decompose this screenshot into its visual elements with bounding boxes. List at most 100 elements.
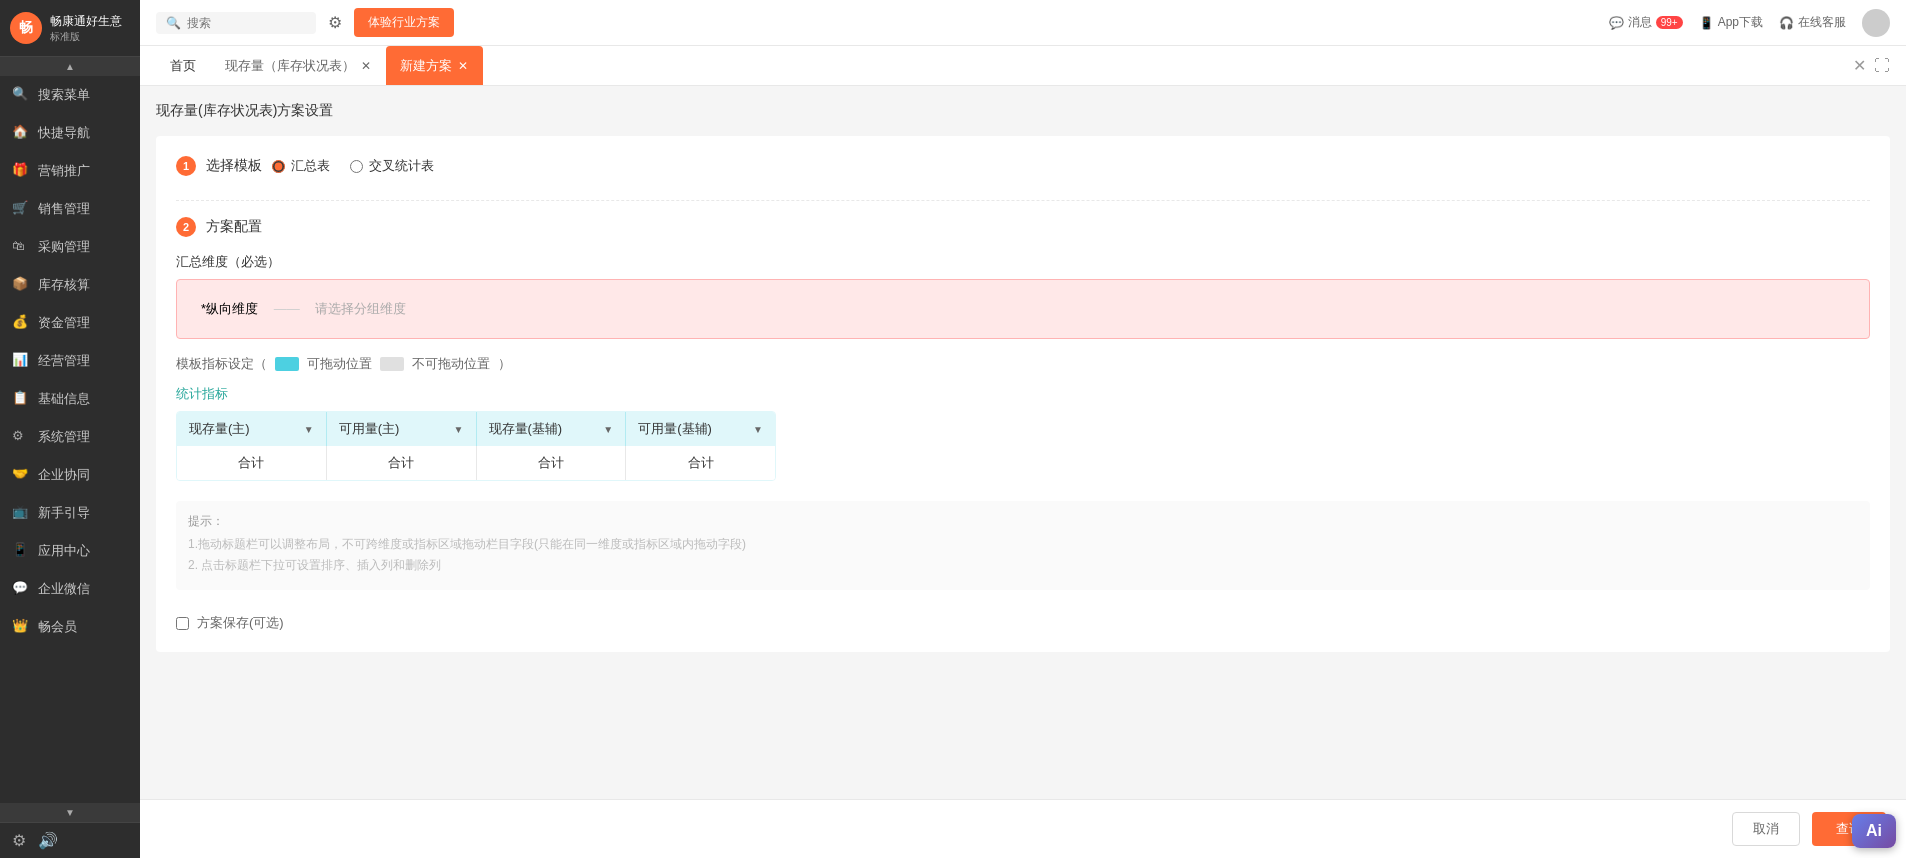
stats-col-0[interactable]: 现存量(主) ▼: [177, 412, 327, 446]
dimension-dash: ——: [274, 301, 300, 316]
step1-badge: 1: [176, 156, 196, 176]
step1-title: 选择模板: [206, 157, 262, 175]
stats-col-0-label: 现存量(主): [189, 420, 250, 438]
sidebar-item-system[interactable]: ⚙ 系统管理: [0, 418, 140, 456]
stats-col-1-label: 可用量(主): [339, 420, 400, 438]
dimension-vertical-label: *纵向维度: [201, 301, 258, 316]
settings-panel: 1 选择模板 汇总表 交叉统计表: [156, 136, 1890, 652]
ai-button[interactable]: Ai: [1852, 814, 1896, 848]
message-icon: 💬: [1609, 16, 1624, 30]
sidebar-item-search-menu[interactable]: 🔍 搜索菜单: [0, 76, 140, 114]
search-box: 🔍: [156, 12, 316, 34]
member-icon: 👑: [12, 618, 30, 636]
settings-gear-icon[interactable]: ⚙: [328, 13, 342, 32]
stats-col-1-chevron[interactable]: ▼: [454, 424, 464, 435]
cancel-button[interactable]: 取消: [1732, 812, 1800, 846]
industry-solution-button[interactable]: 体验行业方案: [354, 8, 454, 37]
indicator-label: 模板指标设定（ 可拖动位置 不可拖动位置 ）: [176, 355, 1870, 373]
page-title: 现存量(库存状况表)方案设置: [156, 102, 1890, 120]
tabs-bar: 首页 现存量（库存状况表） ✕ 新建方案 ✕ ✕ ⛶: [140, 46, 1906, 86]
phone-icon: 📱: [1699, 16, 1714, 30]
box-icon: 📦: [12, 276, 30, 294]
tab-inventory-close[interactable]: ✕: [361, 59, 371, 73]
stats-col-2-label: 现存量(基辅): [489, 420, 563, 438]
tab-new-plan-close[interactable]: ✕: [458, 59, 468, 73]
sidebar-item-inventory[interactable]: 📦 库存核算: [0, 266, 140, 304]
wechat-icon: 💬: [12, 580, 30, 598]
chart-icon: 📊: [12, 352, 30, 370]
sidebar-item-basic-info[interactable]: 📋 基础信息: [0, 380, 140, 418]
app-download-item[interactable]: 📱 App下载: [1699, 14, 1763, 31]
stats-section: 统计指标 现存量(主) ▼ 可用量(主) ▼: [176, 385, 1870, 481]
radio-crosstab[interactable]: 交叉统计表: [350, 157, 434, 175]
sidebar-item-new-guide[interactable]: 📺 新手引导: [0, 494, 140, 532]
stats-col-2[interactable]: 现存量(基辅) ▼: [477, 412, 627, 446]
dimension-area[interactable]: *纵向维度 —— 请选择分组维度: [176, 279, 1870, 339]
step2-badge: 2: [176, 217, 196, 237]
summary-dimension-label: 汇总维度（必选）: [176, 253, 1870, 271]
tips-item-1: 2. 点击标题栏下拉可设置排序、插入列和删除列: [188, 557, 1858, 574]
app-logo-icon: 畅: [10, 12, 42, 44]
sidebar-nav: 🔍 搜索菜单 🏠 快捷导航 🎁 营销推广 🛒 销售管理 🛍 采购管理 📦 库存核…: [0, 76, 140, 803]
search-input[interactable]: [187, 16, 306, 30]
tab-home[interactable]: 首页: [156, 46, 211, 85]
radio-summary-input[interactable]: [272, 160, 285, 173]
tab-inventory[interactable]: 现存量（库存状况表） ✕: [211, 46, 386, 85]
stats-col-3-chevron[interactable]: ▼: [753, 424, 763, 435]
gear-icon: ⚙: [12, 428, 30, 446]
sidebar-scroll-down[interactable]: ▼: [0, 803, 140, 822]
save-checkbox[interactable]: [176, 617, 189, 630]
window-close-icon[interactable]: ✕: [1853, 56, 1866, 75]
tips-section: 提示： 1.拖动标题栏可以调整布局，不可跨维度或指标区域拖动栏目字段(只能在同一…: [176, 501, 1870, 590]
save-option: 方案保存(可选): [176, 614, 1870, 632]
sidebar-item-operations[interactable]: 📊 经营管理: [0, 342, 140, 380]
step1-section: 1 选择模板 汇总表 交叉统计表: [176, 156, 1870, 176]
search-icon: 🔍: [12, 86, 30, 104]
sidebar-item-wechat[interactable]: 💬 企业微信: [0, 570, 140, 608]
stats-col-0-chevron[interactable]: ▼: [304, 424, 314, 435]
apps-icon: 📱: [12, 542, 30, 560]
guide-icon: 📺: [12, 504, 30, 522]
window-expand-icon[interactable]: ⛶: [1874, 57, 1890, 75]
stats-label: 统计指标: [176, 385, 1870, 403]
sidebar-item-quick-nav[interactable]: 🏠 快捷导航: [0, 114, 140, 152]
tab-new-plan[interactable]: 新建方案 ✕: [386, 46, 483, 85]
stats-cell-1: 合计: [327, 446, 477, 480]
message-item[interactable]: 💬 消息 99+: [1609, 14, 1683, 31]
non-draggable-badge: [380, 357, 404, 371]
summary-dimension-section: 汇总维度（必选） *纵向维度 —— 请选择分组维度: [176, 253, 1870, 339]
stats-col-3-label: 可用量(基辅): [638, 420, 712, 438]
stats-col-3[interactable]: 可用量(基辅) ▼: [626, 412, 775, 446]
table-icon: 📋: [12, 390, 30, 408]
sidebar-item-cooperation[interactable]: 🤝 企业协同: [0, 456, 140, 494]
sidebar-logo-text: 畅康通好生意 标准版: [50, 13, 122, 44]
sidebar-scroll-up[interactable]: ▲: [0, 57, 140, 76]
step2-title: 方案配置: [206, 218, 262, 236]
sidebar-item-app-center[interactable]: 📱 应用中心: [0, 532, 140, 570]
settings-icon[interactable]: ⚙: [12, 831, 26, 850]
tips-title: 提示：: [188, 513, 1858, 530]
online-support-item[interactable]: 🎧 在线客服: [1779, 14, 1846, 31]
sidebar-item-purchase[interactable]: 🛍 采购管理: [0, 228, 140, 266]
main-area: 🔍 ⚙ 体验行业方案 💬 消息 99+ 📱 App下载 🎧 在线客服 首页: [140, 0, 1906, 858]
stats-table: 现存量(主) ▼ 可用量(主) ▼ 现存量(基辅) ▼: [176, 411, 776, 481]
sidebar-item-finance[interactable]: 💰 资金管理: [0, 304, 140, 342]
sidebar-item-membership[interactable]: 👑 畅会员: [0, 608, 140, 646]
step2-section: 2 方案配置 汇总维度（必选） *纵向维度 —— 请选择分组维度: [176, 217, 1870, 590]
radio-summary[interactable]: 汇总表: [272, 157, 330, 175]
home-icon: 🏠: [12, 124, 30, 142]
radio-crosstab-input[interactable]: [350, 160, 363, 173]
sidebar-item-sales[interactable]: 🛒 销售管理: [0, 190, 140, 228]
sidebar-item-marketing[interactable]: 🎁 营销推广: [0, 152, 140, 190]
stats-cell-2: 合计: [477, 446, 627, 480]
cart-icon: 🛒: [12, 200, 30, 218]
message-badge: 99+: [1656, 16, 1683, 29]
stats-col-1[interactable]: 可用量(主) ▼: [327, 412, 477, 446]
headset-icon: 🎧: [1779, 16, 1794, 30]
user-avatar[interactable]: [1862, 9, 1890, 37]
speaker-icon[interactable]: 🔊: [38, 831, 58, 850]
stats-col-2-chevron[interactable]: ▼: [603, 424, 613, 435]
tips-item-0: 1.拖动标题栏可以调整布局，不可跨维度或指标区域拖动栏目字段(只能在同一维度或指…: [188, 536, 1858, 553]
bottom-bar: 取消 查询: [140, 799, 1906, 858]
topbar: 🔍 ⚙ 体验行业方案 💬 消息 99+ 📱 App下载 🎧 在线客服: [140, 0, 1906, 46]
